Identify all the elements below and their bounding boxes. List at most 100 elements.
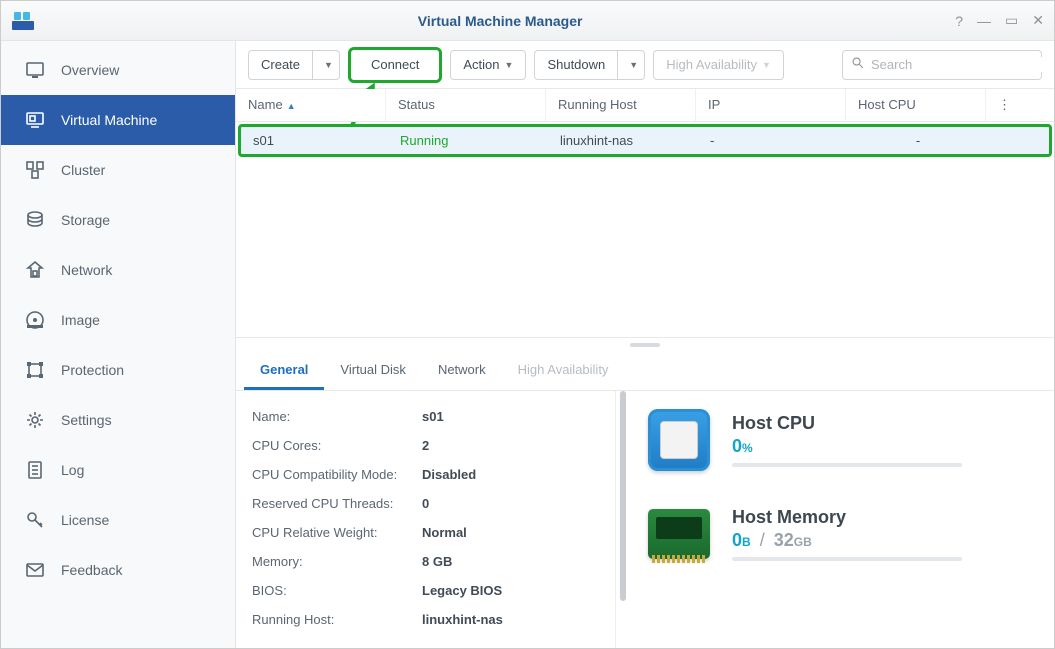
- sidebar-item-image[interactable]: Image: [1, 295, 235, 345]
- info-compat-value: Disabled: [422, 467, 603, 482]
- info-memory-value: 8 GB: [422, 554, 603, 569]
- high-availability-button: High Availability▼: [653, 50, 784, 80]
- sidebar-item-protection[interactable]: Protection: [1, 345, 235, 395]
- sidebar-item-network[interactable]: Network: [1, 245, 235, 295]
- info-bios-label: BIOS:: [252, 583, 422, 598]
- cell-host: linuxhint-nas: [548, 127, 698, 154]
- info-memory-label: Memory:: [252, 554, 422, 569]
- sidebar-item-label: License: [61, 512, 109, 528]
- sidebar-item-label: Image: [61, 312, 100, 328]
- settings-icon: [25, 410, 45, 430]
- memory-icon: [648, 509, 710, 559]
- titlebar: Virtual Machine Manager ? — ▭ ✕: [1, 1, 1054, 41]
- sidebar-item-virtual-machine[interactable]: Virtual Machine: [1, 95, 235, 145]
- tab-virtual-disk[interactable]: Virtual Disk: [324, 352, 422, 390]
- log-icon: [25, 460, 45, 480]
- info-bios-value: Legacy BIOS: [422, 583, 603, 598]
- resize-handle[interactable]: [236, 338, 1054, 352]
- sidebar-item-label: Feedback: [61, 562, 122, 578]
- cell-name: s01: [241, 127, 388, 154]
- col-status[interactable]: Status: [386, 89, 546, 121]
- col-ip[interactable]: IP: [696, 89, 846, 121]
- sidebar-item-label: Cluster: [61, 162, 105, 178]
- info-weight-value: Normal: [422, 525, 603, 540]
- search-input[interactable]: [871, 57, 1047, 72]
- stats-column: Host CPU 0% Host Memory: [628, 391, 1054, 648]
- sidebar-item-overview[interactable]: Overview: [1, 45, 235, 95]
- cell-status: Running: [388, 127, 548, 154]
- storage-icon: [25, 210, 45, 230]
- sidebar-item-cluster[interactable]: Cluster: [1, 145, 235, 195]
- info-weight-label: CPU Relative Weight:: [252, 525, 422, 540]
- host-cpu-unit: %: [742, 441, 753, 455]
- cpu-icon: [648, 409, 710, 471]
- search-icon: [851, 56, 865, 73]
- tab-high-availability: High Availability: [502, 352, 625, 390]
- feedback-icon: [25, 560, 45, 580]
- vm-table: Name▲ Status Running Host IP Host CPU ⋮ …: [236, 89, 1054, 157]
- sidebar-item-label: Overview: [61, 62, 119, 78]
- sidebar-item-log[interactable]: Log: [1, 445, 235, 495]
- app-icon: [11, 11, 35, 31]
- sidebar-item-feedback[interactable]: Feedback: [1, 545, 235, 595]
- memory-used-unit: B: [742, 535, 751, 549]
- sidebar-item-label: Storage: [61, 212, 110, 228]
- memory-used-value: 0: [732, 530, 742, 550]
- toolbar: Create ▼ Connect Action▼ Shutdown ▼ High…: [236, 41, 1054, 89]
- host-memory-block: Host Memory 0B / 32GB: [648, 507, 1034, 561]
- sidebar-item-label: Network: [61, 262, 112, 278]
- create-dropdown-caret[interactable]: ▼: [313, 50, 340, 80]
- protection-icon: [25, 360, 45, 380]
- window-title: Virtual Machine Manager: [45, 13, 955, 29]
- col-more[interactable]: ⋮: [986, 89, 1010, 121]
- tab-general[interactable]: General: [244, 352, 324, 390]
- sidebar-item-label: Protection: [61, 362, 124, 378]
- col-host-cpu[interactable]: Host CPU: [846, 89, 986, 121]
- table-row[interactable]: s01 Running linuxhint-nas - -: [238, 124, 1052, 157]
- app-window: Virtual Machine Manager ? — ▭ ✕ Overview…: [0, 0, 1055, 649]
- tab-network[interactable]: Network: [422, 352, 502, 390]
- window-controls: ? — ▭ ✕: [955, 12, 1044, 29]
- memory-total-unit: GB: [794, 535, 812, 549]
- info-host-value: linuxhint-nas: [422, 612, 603, 627]
- network-icon: [25, 260, 45, 280]
- search-box[interactable]: [842, 50, 1042, 80]
- shutdown-button-group: Shutdown ▼: [534, 50, 645, 80]
- sidebar-item-license[interactable]: License: [1, 495, 235, 545]
- info-reserved-value: 0: [422, 496, 603, 511]
- host-cpu-title: Host CPU: [732, 413, 962, 434]
- info-reserved-label: Reserved CPU Threads:: [252, 496, 422, 511]
- close-icon[interactable]: ✕: [1032, 12, 1044, 29]
- host-cpu-block: Host CPU 0%: [648, 409, 1034, 471]
- shutdown-dropdown-caret[interactable]: ▼: [618, 50, 645, 80]
- cell-ip: -: [698, 127, 848, 154]
- create-button[interactable]: Create: [248, 50, 313, 80]
- col-name[interactable]: Name▲: [236, 89, 386, 121]
- detail-panel: General Virtual Disk Network High Availa…: [236, 337, 1054, 648]
- maximize-icon[interactable]: ▭: [1005, 12, 1018, 29]
- sidebar-item-storage[interactable]: Storage: [1, 195, 235, 245]
- sort-asc-icon: ▲: [287, 101, 296, 111]
- create-button-group: Create ▼: [248, 50, 340, 80]
- info-cores-value: 2: [422, 438, 603, 453]
- cell-cpu: -: [848, 127, 988, 154]
- shutdown-button[interactable]: Shutdown: [534, 50, 618, 80]
- connect-button[interactable]: Connect: [351, 50, 439, 80]
- sidebar-item-settings[interactable]: Settings: [1, 395, 235, 445]
- cluster-icon: [25, 160, 45, 180]
- host-cpu-value: 0: [732, 436, 742, 456]
- action-button[interactable]: Action▼: [450, 50, 526, 80]
- minimize-icon[interactable]: —: [977, 13, 991, 29]
- col-running-host[interactable]: Running Host: [546, 89, 696, 121]
- scrollbar-thumb[interactable]: [620, 391, 626, 601]
- sidebar-item-label: Log: [61, 462, 84, 478]
- help-icon[interactable]: ?: [955, 13, 963, 29]
- info-column: Name:s01 CPU Cores:2 CPU Compatibility M…: [236, 391, 616, 648]
- info-compat-label: CPU Compatibility Mode:: [252, 467, 422, 482]
- image-icon: [25, 310, 45, 330]
- info-name-value: s01: [422, 409, 603, 424]
- info-name-label: Name:: [252, 409, 422, 424]
- info-cores-label: CPU Cores:: [252, 438, 422, 453]
- sidebar-item-label: Virtual Machine: [61, 112, 157, 128]
- overview-icon: [25, 60, 45, 80]
